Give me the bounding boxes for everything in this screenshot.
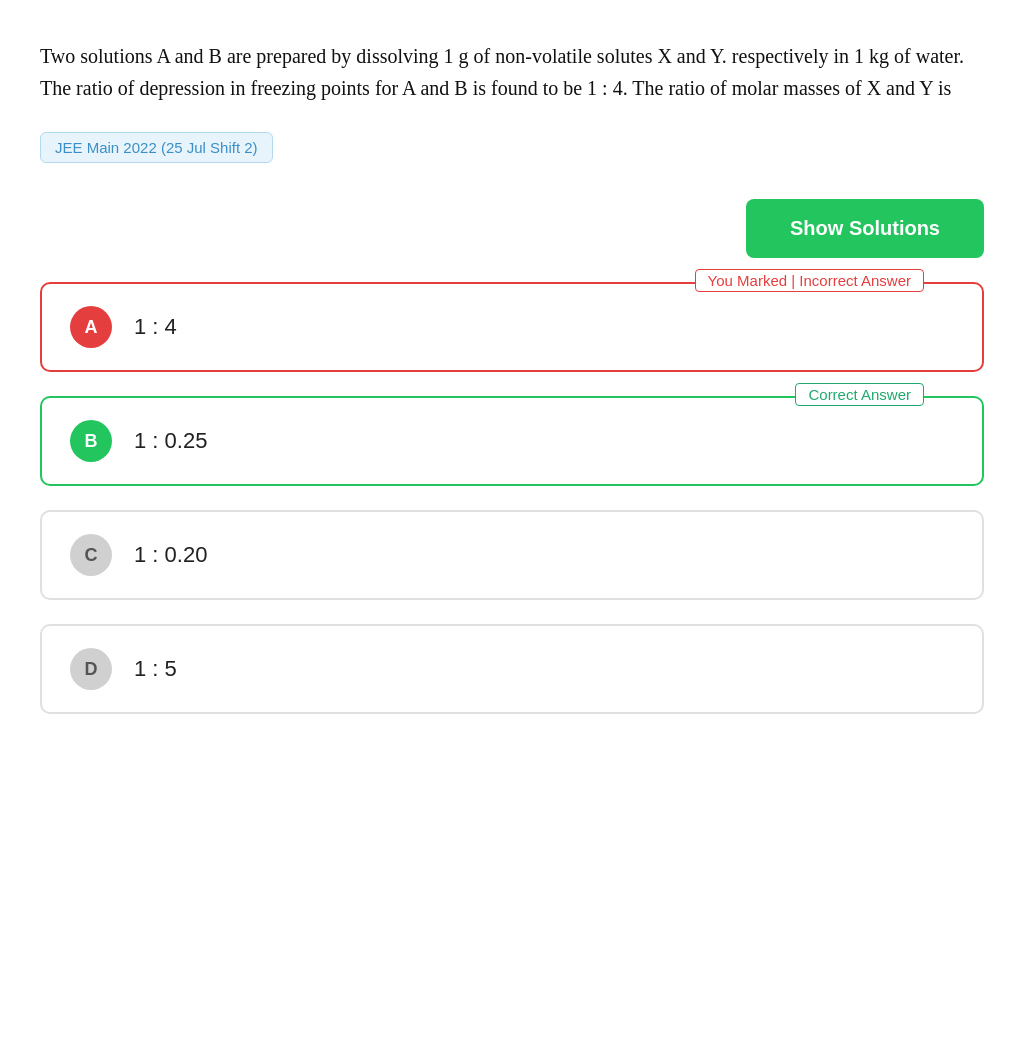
question-text: Two solutions A and B are prepared by di… — [40, 40, 984, 104]
option-circle-b: B — [70, 420, 112, 462]
tag-badge: JEE Main 2022 (25 Jul Shift 2) — [40, 132, 273, 163]
option-circle-d: D — [70, 648, 112, 690]
correct-label: Correct Answer — [795, 383, 924, 406]
option-card-b[interactable]: B 1 : 0.25 — [40, 396, 984, 486]
option-text-b: 1 : 0.25 — [134, 428, 207, 454]
options-container: You Marked | Incorrect Answer A 1 : 4 Co… — [40, 282, 984, 738]
option-circle-c: C — [70, 534, 112, 576]
option-wrapper-b: Correct Answer B 1 : 0.25 — [40, 396, 984, 486]
option-text-a: 1 : 4 — [134, 314, 177, 340]
option-wrapper-c: C 1 : 0.20 — [40, 510, 984, 600]
option-wrapper-d: D 1 : 5 — [40, 624, 984, 714]
option-card-a[interactable]: A 1 : 4 — [40, 282, 984, 372]
option-text-d: 1 : 5 — [134, 656, 177, 682]
option-wrapper-a: You Marked | Incorrect Answer A 1 : 4 — [40, 282, 984, 372]
option-card-d[interactable]: D 1 : 5 — [40, 624, 984, 714]
option-circle-a: A — [70, 306, 112, 348]
option-card-c[interactable]: C 1 : 0.20 — [40, 510, 984, 600]
incorrect-label: You Marked | Incorrect Answer — [695, 269, 924, 292]
show-solutions-button[interactable]: Show Solutions — [746, 199, 984, 258]
option-text-c: 1 : 0.20 — [134, 542, 207, 568]
